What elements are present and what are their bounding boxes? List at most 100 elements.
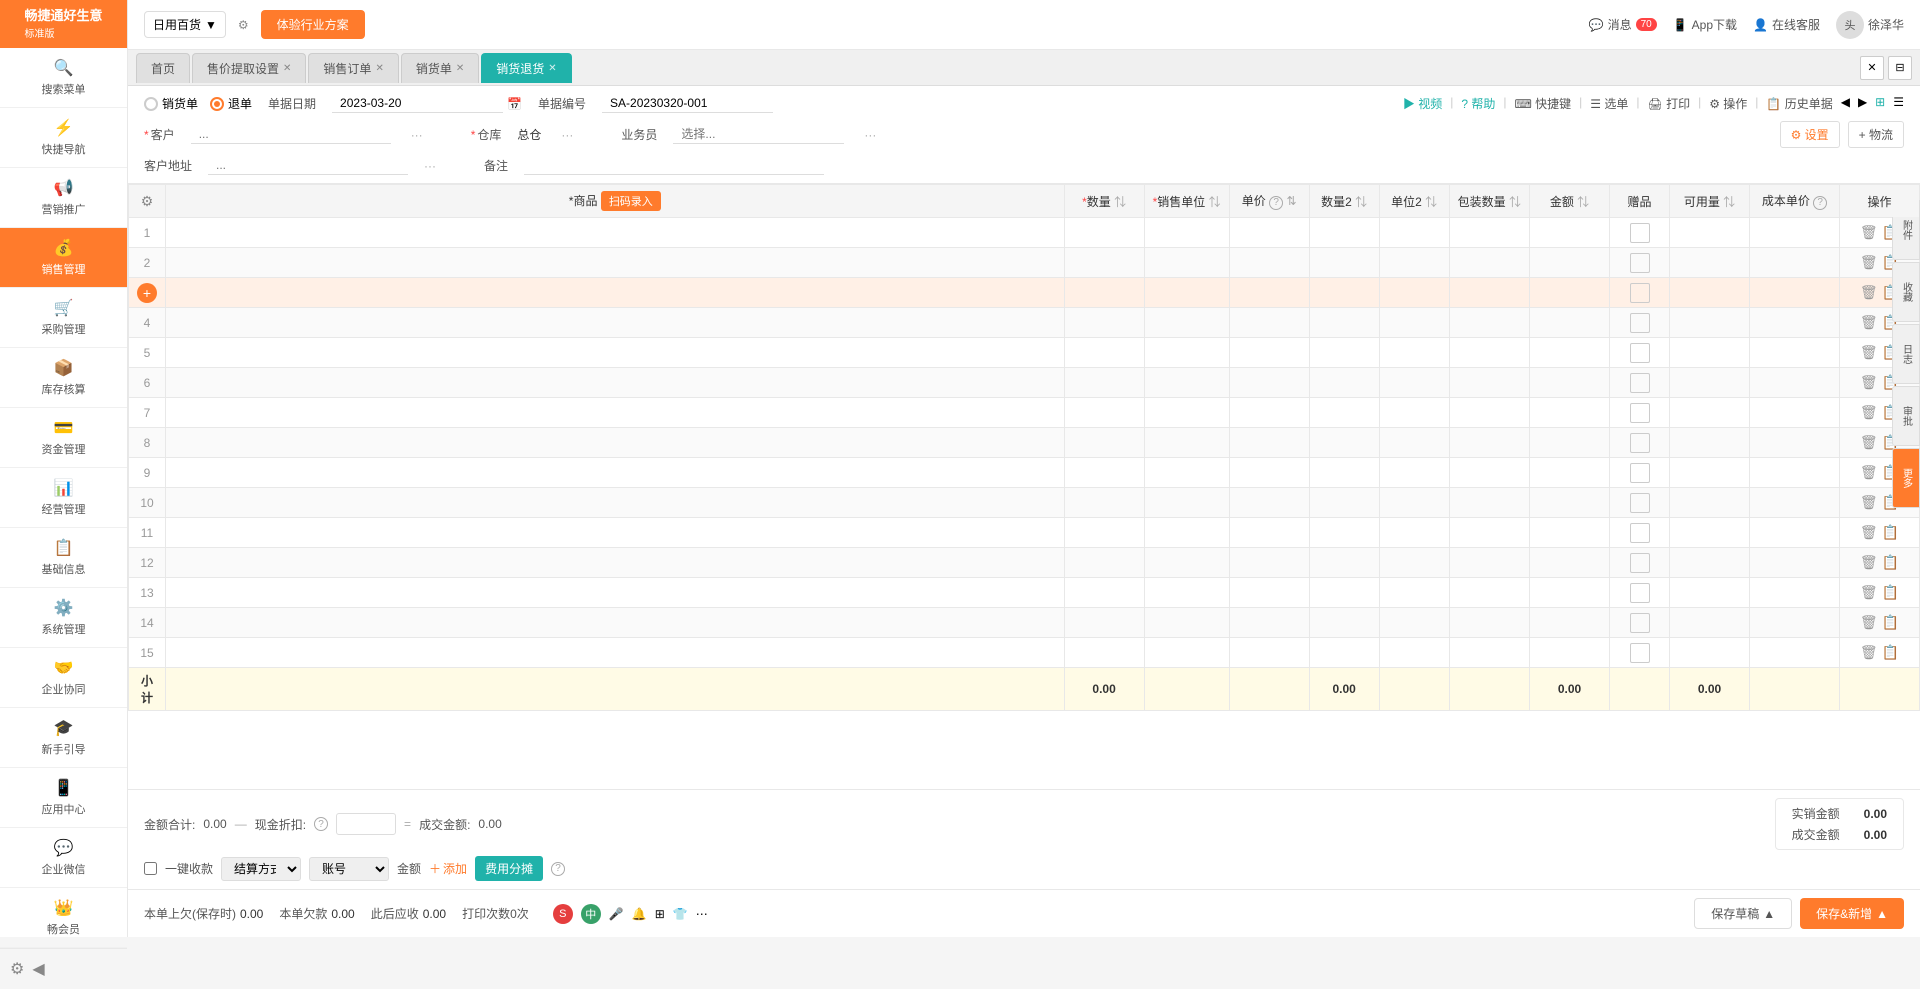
- pkg-cell[interactable]: [1449, 338, 1529, 368]
- avail-cell[interactable]: [1670, 548, 1750, 578]
- qty-cell[interactable]: [1064, 218, 1144, 248]
- settings-icon[interactable]: ⚙: [238, 18, 249, 32]
- gift-cell[interactable]: [1610, 488, 1670, 518]
- history-link[interactable]: 📋 历史单据: [1766, 95, 1832, 112]
- list-view-icon[interactable]: ⊞: [1875, 95, 1885, 112]
- sidebar-item-system[interactable]: ⚙️ 系统管理: [0, 588, 127, 648]
- tab-delivery-close[interactable]: ✕: [456, 63, 464, 74]
- unit2-cell[interactable]: [1379, 338, 1449, 368]
- unit-cell[interactable]: [1144, 638, 1229, 668]
- product-cell[interactable]: [166, 398, 1065, 428]
- product-cell[interactable]: [166, 608, 1065, 638]
- tab-sales-return[interactable]: 销货退货 ✕: [481, 53, 571, 83]
- logistics-btn[interactable]: + 物流: [1848, 121, 1904, 148]
- calendar-icon[interactable]: 📅: [507, 97, 522, 111]
- gift-cell[interactable]: [1610, 218, 1670, 248]
- cost-cell[interactable]: [1750, 368, 1840, 398]
- gift-checkbox[interactable]: [1630, 523, 1650, 543]
- right-panel-approve[interactable]: 审批: [1892, 386, 1920, 446]
- sidebar-item-finance[interactable]: 💳 资金管理: [0, 408, 127, 468]
- copy-row-btn[interactable]: 📋: [1880, 552, 1901, 573]
- form-view-icon[interactable]: ☰: [1893, 95, 1904, 112]
- account-select[interactable]: 账号: [309, 857, 389, 881]
- scan-input-btn[interactable]: 扫码录入: [601, 191, 661, 211]
- cost-cell[interactable]: [1750, 278, 1840, 308]
- remark-input[interactable]: [524, 156, 824, 175]
- qty-cell[interactable]: [1064, 488, 1144, 518]
- amount-cell[interactable]: [1530, 428, 1610, 458]
- amount-cell[interactable]: [1530, 338, 1610, 368]
- pkg-cell[interactable]: [1449, 218, 1529, 248]
- product-cell[interactable]: [166, 548, 1065, 578]
- price-cell[interactable]: [1229, 488, 1309, 518]
- amount-cell[interactable]: [1530, 458, 1610, 488]
- avail-cell[interactable]: [1670, 398, 1750, 428]
- avail-cell[interactable]: [1670, 578, 1750, 608]
- pkg-cell[interactable]: [1449, 608, 1529, 638]
- tab-sales-order[interactable]: 销售订单 ✕: [308, 53, 398, 83]
- unit2-cell[interactable]: [1379, 638, 1449, 668]
- unit2-cell[interactable]: [1379, 578, 1449, 608]
- unit-cell[interactable]: [1144, 398, 1229, 428]
- qty-cell[interactable]: [1064, 458, 1144, 488]
- cost-cell[interactable]: [1750, 248, 1840, 278]
- tab-sales-delivery[interactable]: 销货单 ✕: [401, 53, 479, 83]
- unit-cell[interactable]: [1144, 518, 1229, 548]
- cost-cell[interactable]: [1750, 458, 1840, 488]
- qty2-cell[interactable]: [1309, 368, 1379, 398]
- tab-price-setting[interactable]: 售价提取设置 ✕: [192, 53, 306, 83]
- avail-cell[interactable]: [1670, 428, 1750, 458]
- radio-return[interactable]: 退单: [210, 95, 252, 112]
- add-row-btn[interactable]: +: [137, 283, 157, 303]
- avail-cell[interactable]: [1670, 518, 1750, 548]
- price-cell[interactable]: [1229, 518, 1309, 548]
- experience-btn[interactable]: 体验行业方案: [261, 10, 365, 39]
- cost-cell[interactable]: [1750, 488, 1840, 518]
- right-panel-log[interactable]: 日志: [1892, 324, 1920, 384]
- gift-cell[interactable]: [1610, 428, 1670, 458]
- sidebar-item-member[interactable]: 👑 畅会员: [0, 888, 127, 948]
- cost-cell[interactable]: [1750, 338, 1840, 368]
- sidebar-item-basic[interactable]: 📋 基础信息: [0, 528, 127, 588]
- unit2-cell[interactable]: [1379, 278, 1449, 308]
- amount-cell[interactable]: [1530, 608, 1610, 638]
- gift-checkbox[interactable]: [1630, 223, 1650, 243]
- gift-checkbox[interactable]: [1630, 463, 1650, 483]
- unit-cell[interactable]: [1144, 278, 1229, 308]
- delete-row-btn[interactable]: 🗑: [1858, 612, 1880, 633]
- unit2-cell[interactable]: [1379, 398, 1449, 428]
- gift-cell[interactable]: [1610, 368, 1670, 398]
- unit2-cell[interactable]: [1379, 368, 1449, 398]
- industry-selector[interactable]: 日用百货 ▼: [144, 11, 226, 38]
- qty-cell[interactable]: [1064, 578, 1144, 608]
- pkg-cell[interactable]: [1449, 518, 1529, 548]
- pkg-cell[interactable]: [1449, 638, 1529, 668]
- qty2-cell[interactable]: [1309, 458, 1379, 488]
- price-cell[interactable]: [1229, 578, 1309, 608]
- unit-cell[interactable]: [1144, 308, 1229, 338]
- help-link[interactable]: ? 帮助: [1461, 95, 1495, 112]
- gift-checkbox[interactable]: [1630, 403, 1650, 423]
- gift-checkbox[interactable]: [1630, 283, 1650, 303]
- docno-input[interactable]: [602, 94, 773, 113]
- gift-checkbox[interactable]: [1630, 373, 1650, 393]
- price-cell[interactable]: [1229, 428, 1309, 458]
- amount-cell[interactable]: [1530, 278, 1610, 308]
- delete-row-btn[interactable]: 🗑: [1858, 462, 1880, 483]
- product-cell[interactable]: [166, 278, 1065, 308]
- online-service-group[interactable]: 👤 在线客服: [1753, 16, 1820, 33]
- pkg-cell[interactable]: [1449, 548, 1529, 578]
- save-draft-btn[interactable]: 保存草稿 ▲: [1694, 898, 1792, 929]
- unit2-cell[interactable]: [1379, 458, 1449, 488]
- amount-cell[interactable]: [1530, 638, 1610, 668]
- pkg-cell[interactable]: [1449, 488, 1529, 518]
- gift-cell[interactable]: [1610, 458, 1670, 488]
- product-input[interactable]: [174, 286, 1056, 300]
- product-cell[interactable]: [166, 308, 1065, 338]
- qty2-cell[interactable]: [1309, 638, 1379, 668]
- customer-more-icon[interactable]: ···: [411, 128, 423, 142]
- right-panel-more[interactable]: 更多: [1892, 448, 1920, 508]
- pkg-cell[interactable]: [1449, 458, 1529, 488]
- product-cell[interactable]: [166, 248, 1065, 278]
- fee-split-btn[interactable]: 费用分摊: [475, 856, 543, 881]
